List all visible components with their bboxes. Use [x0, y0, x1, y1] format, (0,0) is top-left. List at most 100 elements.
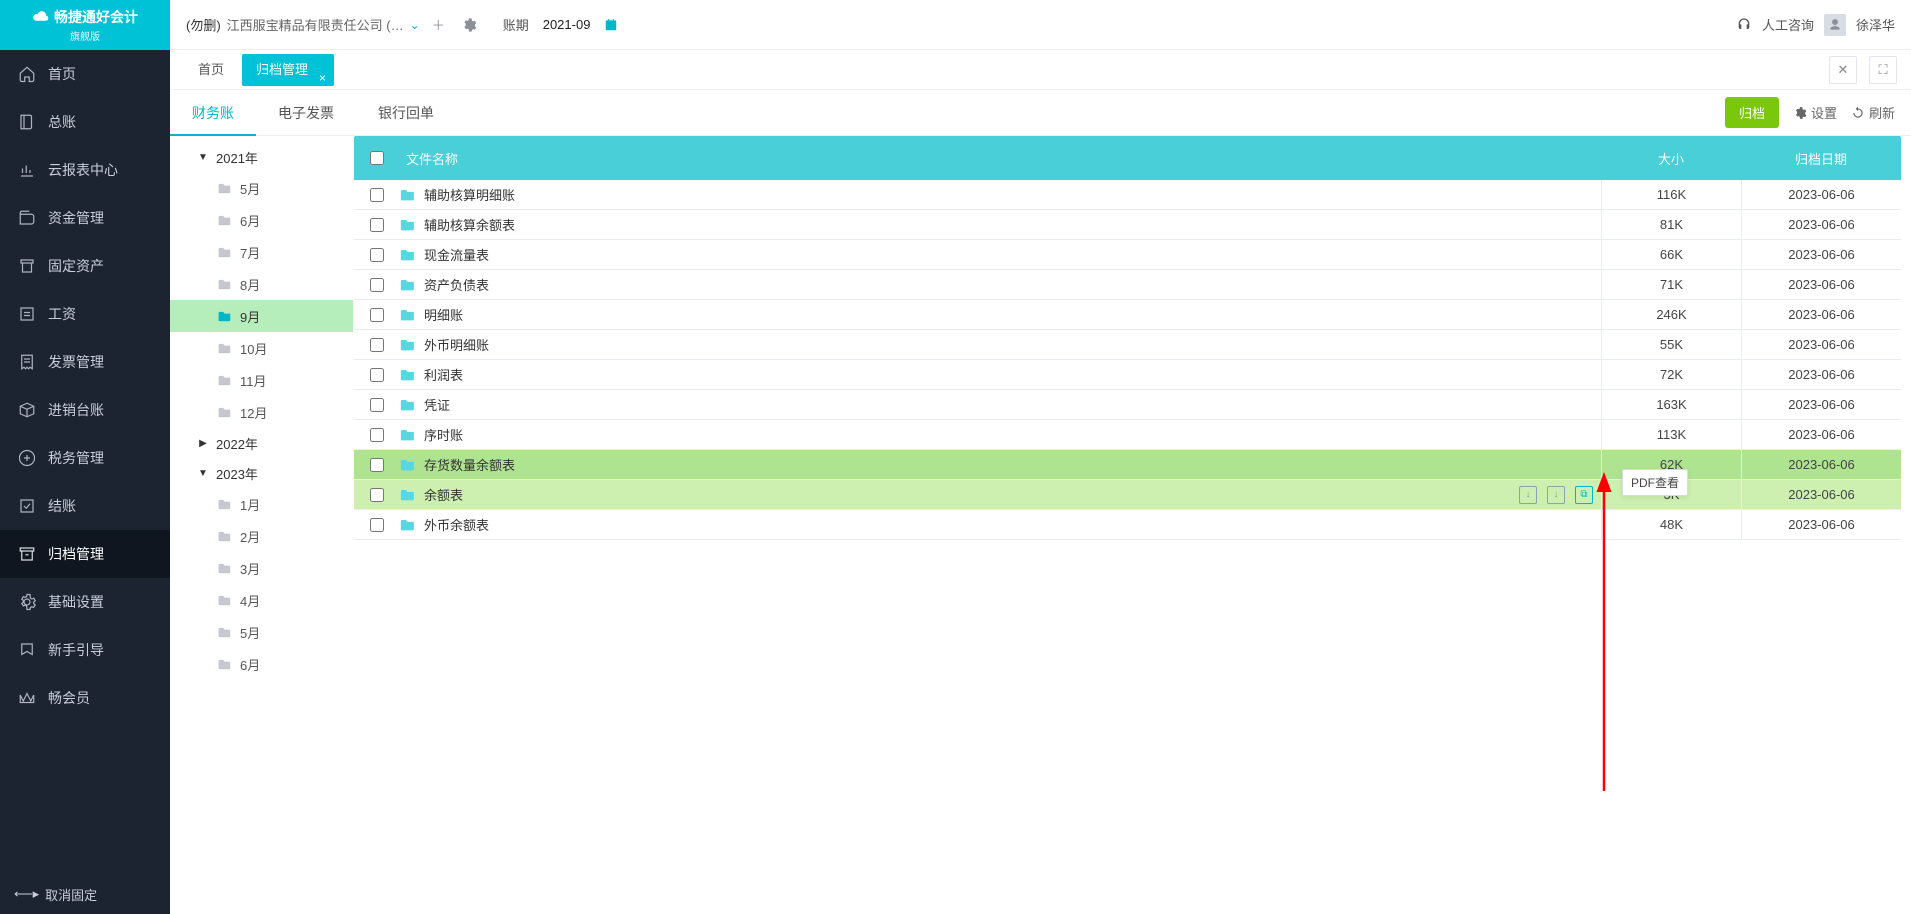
tree-month[interactable]: 2月 — [170, 520, 353, 552]
tree-month[interactable]: 3月 — [170, 552, 353, 584]
sidebar-item-archive[interactable]: 归档管理 — [0, 530, 170, 578]
asset-icon — [18, 257, 36, 275]
sidebar-item-home[interactable]: 首页 — [0, 50, 170, 98]
topbar: (勿删) 江西服宝精品有限责任公司 (… ⌄ ＋ 账期 2021-09 人工咨询 — [170, 0, 1911, 50]
folder-icon — [218, 594, 232, 606]
brand-edition: 旗舰版 — [70, 28, 100, 43]
tree-month[interactable]: 11月 — [170, 364, 353, 396]
table-row[interactable]: 外币余额表 48K 2023-06-06 — [354, 510, 1901, 540]
sidebar-item-inventory[interactable]: 进销台账 — [0, 386, 170, 434]
tree-month[interactable]: 1月 — [170, 488, 353, 520]
table-row[interactable]: 辅助核算余额表 81K 2023-06-06 — [354, 210, 1901, 240]
subtab[interactable]: 银行回单 — [356, 90, 456, 136]
tree-month[interactable]: 7月 — [170, 236, 353, 268]
guide-icon — [18, 641, 36, 659]
tree-month[interactable]: 4月 — [170, 584, 353, 616]
archive-date: 2023-06-06 — [1741, 240, 1901, 269]
consult-link[interactable]: 人工咨询 — [1762, 15, 1814, 34]
folder-icon — [400, 248, 416, 261]
folder-icon — [218, 278, 232, 290]
tree-month[interactable]: 12月 — [170, 396, 353, 428]
calendar-icon[interactable] — [604, 18, 618, 32]
table-row[interactable]: 明细账 246K 2023-06-06 — [354, 300, 1901, 330]
username[interactable]: 徐泽华 — [1856, 15, 1895, 34]
tree-year[interactable]: ▼2023年 — [170, 458, 353, 488]
table-row[interactable]: 存货数量余额表 62K 2023-06-06 — [354, 450, 1901, 480]
settings-link[interactable]: 设置 — [1793, 103, 1837, 122]
refresh-link[interactable]: 刷新 — [1851, 103, 1895, 122]
tree-year[interactable]: ▶2022年 — [170, 428, 353, 458]
file-size: 48K — [1601, 510, 1741, 539]
tree-month[interactable]: 8月 — [170, 268, 353, 300]
caret-right-icon: ▶ — [198, 438, 208, 449]
row-checkbox[interactable] — [370, 248, 384, 262]
archive-button[interactable]: 归档 — [1725, 97, 1779, 128]
sidebar-item-settings[interactable]: 基础设置 — [0, 578, 170, 626]
company-settings-button[interactable] — [457, 13, 481, 37]
tab-close-icon[interactable]: × — [319, 62, 326, 94]
table-row[interactable]: 利润表 72K 2023-06-06 — [354, 360, 1901, 390]
pdf-view-icon[interactable]: ⧉ — [1575, 486, 1593, 504]
table-row[interactable]: 现金流量表 66K 2023-06-06 — [354, 240, 1901, 270]
avatar[interactable] — [1824, 14, 1846, 36]
row-checkbox[interactable] — [370, 488, 384, 502]
sidebar-collapse[interactable]: ⟵▸ 取消固定 — [0, 874, 170, 914]
page-tab[interactable]: 归档管理× — [242, 54, 334, 86]
row-checkbox[interactable] — [370, 428, 384, 442]
row-checkbox[interactable] — [370, 398, 384, 412]
row-checkbox[interactable] — [370, 518, 384, 532]
row-checkbox[interactable] — [370, 188, 384, 202]
table-row[interactable]: 外币明细账 55K 2023-06-06 — [354, 330, 1901, 360]
sidebar-item-chart[interactable]: 云报表中心 — [0, 146, 170, 194]
close-tab-button[interactable]: ✕ — [1829, 56, 1857, 84]
folder-icon — [218, 406, 232, 418]
sidebar-item-wallet[interactable]: 资金管理 — [0, 194, 170, 242]
invoice-icon — [18, 353, 36, 371]
table-row[interactable]: 资产负债表 71K 2023-06-06 — [354, 270, 1901, 300]
tree-year[interactable]: ▼2021年 — [170, 142, 353, 172]
sidebar-item-ledger[interactable]: 总账 — [0, 98, 170, 146]
add-company-button[interactable]: ＋ — [428, 11, 449, 38]
tree-month[interactable]: 5月 — [170, 616, 353, 648]
sidebar-item-guide[interactable]: 新手引导 — [0, 626, 170, 674]
tax-icon — [18, 449, 36, 467]
table-row[interactable]: 辅助核算明细账 116K 2023-06-06 — [354, 180, 1901, 210]
ledger-icon — [18, 113, 36, 131]
row-checkbox[interactable] — [370, 278, 384, 292]
row-checkbox[interactable] — [370, 218, 384, 232]
sidebar-item-tax[interactable]: 税务管理 — [0, 434, 170, 482]
download-pdf-icon[interactable]: ↓ — [1547, 486, 1565, 504]
row-checkbox[interactable] — [370, 338, 384, 352]
tree-month[interactable]: 5月 — [170, 172, 353, 204]
nav-label: 固定资产 — [48, 256, 104, 276]
tree-month[interactable]: 6月 — [170, 204, 353, 236]
brand-logo: 畅捷通好会计 旗舰版 — [0, 0, 170, 50]
folder-icon — [400, 488, 416, 501]
archive-date: 2023-06-06 — [1741, 270, 1901, 299]
file-size: 62K — [1601, 450, 1741, 479]
sidebar-item-vip[interactable]: 畅会员 — [0, 674, 170, 722]
sidebar-item-asset[interactable]: 固定资产 — [0, 242, 170, 290]
company-selector[interactable]: (勿删) 江西服宝精品有限责任公司 (… ⌄ — [186, 15, 420, 34]
fullscreen-button[interactable]: ⛶ — [1869, 56, 1897, 84]
table-row[interactable]: 余额表 ↓ ↓ ⧉ 3K 2023-06-06 — [354, 480, 1901, 510]
table-row[interactable]: 凭证 163K 2023-06-06 — [354, 390, 1901, 420]
subtab[interactable]: 财务账 — [170, 90, 256, 136]
select-all-checkbox[interactable] — [370, 151, 384, 165]
chevron-down-icon: ⌄ — [410, 18, 420, 32]
row-checkbox[interactable] — [370, 458, 384, 472]
subtab[interactable]: 电子发票 — [256, 90, 356, 136]
row-checkbox[interactable] — [370, 368, 384, 382]
tree-month[interactable]: 9月 — [170, 300, 353, 332]
page-tab[interactable]: 首页 — [184, 54, 238, 86]
tree-month[interactable]: 6月 — [170, 648, 353, 680]
tree-month[interactable]: 10月 — [170, 332, 353, 364]
table-row[interactable]: 序时账 113K 2023-06-06 — [354, 420, 1901, 450]
row-checkbox[interactable] — [370, 308, 384, 322]
download-xls-icon[interactable]: ↓ — [1519, 486, 1537, 504]
sidebar-item-invoice[interactable]: 发票管理 — [0, 338, 170, 386]
sidebar-item-salary[interactable]: 工资 — [0, 290, 170, 338]
sidebar-item-checkout[interactable]: 结账 — [0, 482, 170, 530]
file-name: 存货数量余额表 — [424, 455, 515, 474]
file-name: 外币余额表 — [424, 515, 489, 534]
